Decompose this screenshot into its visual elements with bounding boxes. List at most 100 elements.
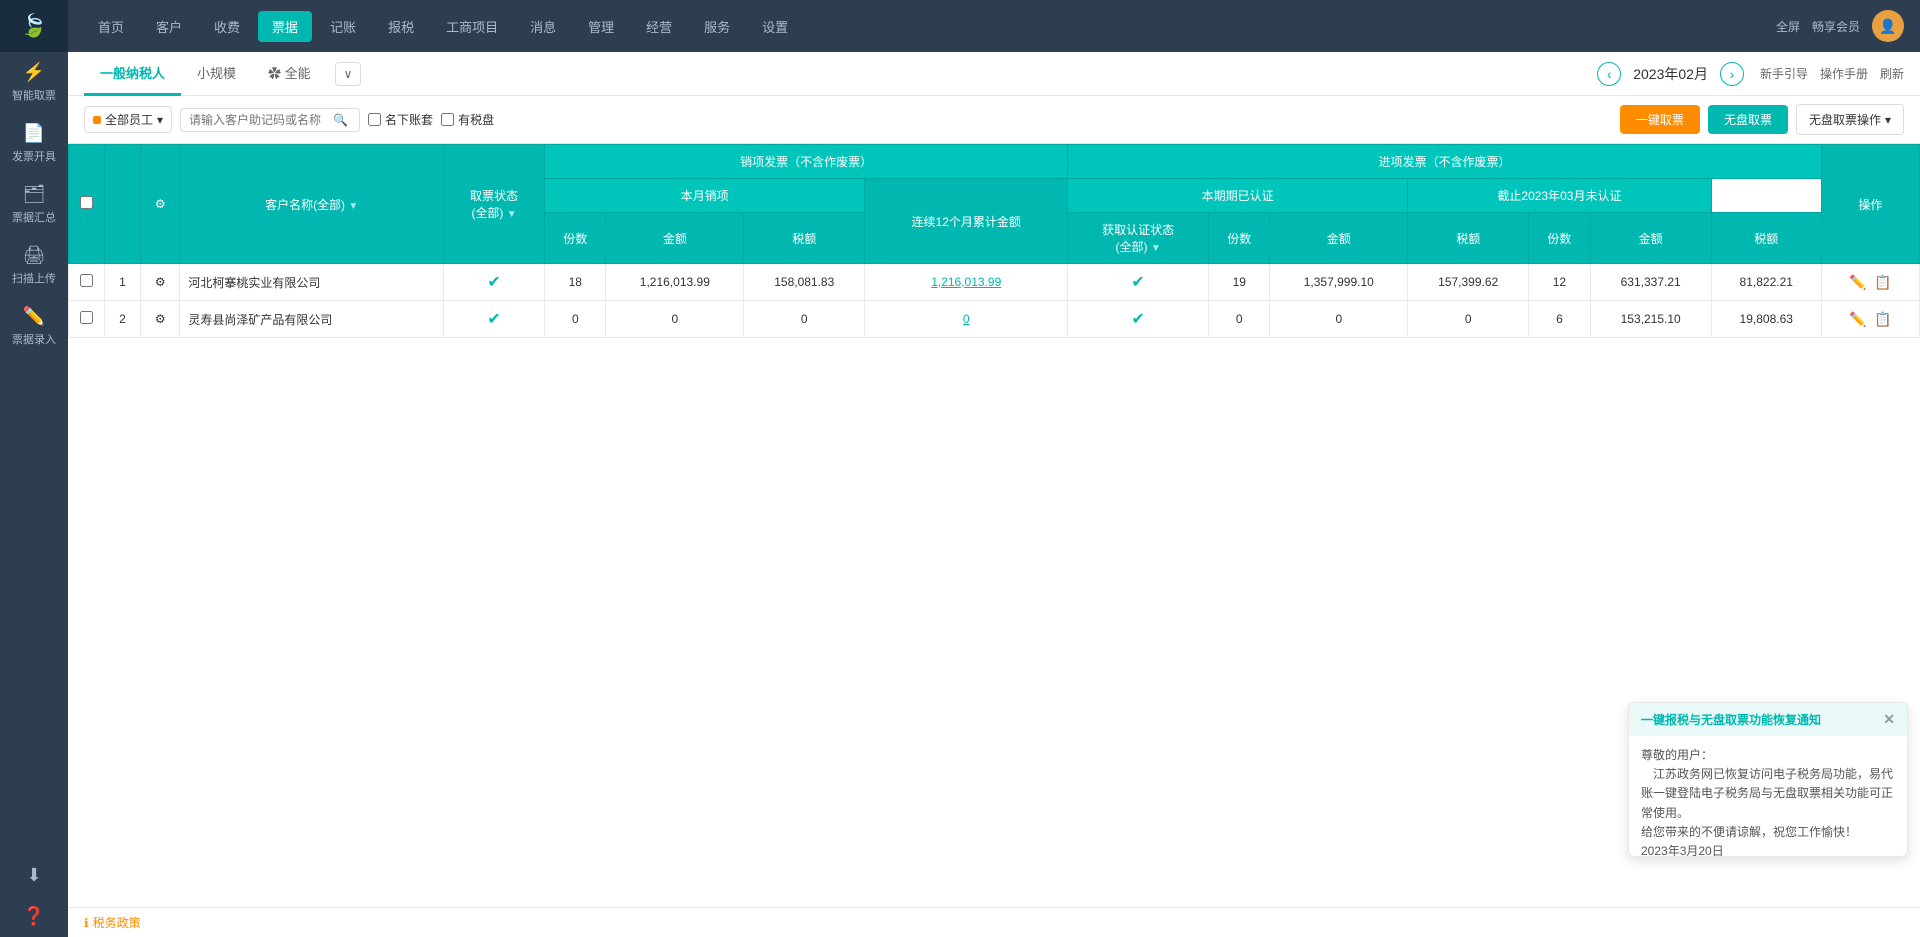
- checkbox-account-label: 名下账套: [385, 111, 433, 128]
- checkbox-tax-disk[interactable]: 有税盘: [441, 111, 494, 128]
- edit-action-icon[interactable]: ✏️: [1849, 311, 1866, 327]
- th-action: 操作: [1821, 145, 1919, 264]
- sidebar-item-scan-upload[interactable]: 🖨 扫描上传: [0, 235, 68, 296]
- nav-invoice[interactable]: 票据: [258, 11, 312, 42]
- sidebar: 🍃 ⚡ 智能取票 📄 发票开具 🗂 票据汇总 🖨 扫描上传 ✏️ 票据录入 ⬇ …: [0, 0, 68, 937]
- notification-header: 一键报税与无盘取票功能恢复通知 ✕: [1629, 703, 1907, 736]
- invoice-issue-icon: 📄: [23, 123, 45, 144]
- tab-extra-dropdown[interactable]: ∨: [335, 62, 362, 86]
- nav-tax[interactable]: 报税: [374, 11, 428, 42]
- avatar-icon: 👤: [1879, 18, 1896, 35]
- copy-action-icon[interactable]: 📋: [1874, 274, 1891, 290]
- td-count3: 12: [1529, 264, 1590, 301]
- td-action: ✏️ 📋: [1821, 301, 1919, 338]
- checkbox-tax-disk-input[interactable]: [441, 113, 454, 126]
- nav-operations[interactable]: 经营: [632, 11, 686, 42]
- dropdown-arrow-icon: ▾: [157, 113, 163, 127]
- td-count1: 0: [545, 301, 606, 338]
- nav-billing[interactable]: 收费: [200, 11, 254, 42]
- next-month-icon: ›: [1730, 66, 1735, 82]
- sidebar-item-label: 票据汇总: [12, 209, 56, 225]
- cert-status-check-icon: ✔: [1131, 311, 1144, 328]
- orange-dot-icon: [93, 116, 101, 124]
- search-icon[interactable]: 🔍: [333, 113, 348, 127]
- td-count3: 6: [1529, 301, 1590, 338]
- table-row: 1 ⚙ 河北柯搴桃实业有限公司 ✔ 18 1,216,013.99 158,08…: [69, 264, 1920, 301]
- td-amount2: 1,357,999.10: [1270, 264, 1408, 301]
- nav-home[interactable]: 首页: [84, 11, 138, 42]
- td-tax1: 0: [744, 301, 865, 338]
- no-disk-fetch-button[interactable]: 无盘取票: [1708, 105, 1788, 134]
- member-btn[interactable]: 畅享会员: [1812, 18, 1860, 35]
- fetch-status-sort-icon[interactable]: ▼: [507, 209, 517, 220]
- nav-bookkeeping[interactable]: 记账: [316, 11, 370, 42]
- td-settings: ⚙: [141, 301, 180, 338]
- row-checkbox[interactable]: [80, 274, 93, 287]
- nav-message[interactable]: 消息: [516, 11, 570, 42]
- no-disk-more-button[interactable]: 无盘取票操作 ▾: [1796, 104, 1904, 135]
- prev-month-button[interactable]: ‹: [1597, 62, 1621, 86]
- th-count3: 份数: [1529, 213, 1590, 264]
- next-month-button[interactable]: ›: [1720, 62, 1744, 86]
- tab-label: 小规模: [197, 63, 236, 82]
- td-cert-status: ✔: [1068, 264, 1209, 301]
- th-checkbox: [69, 145, 105, 264]
- select-all-checkbox[interactable]: [80, 196, 93, 209]
- sidebar-item-download[interactable]: ⬇: [0, 855, 68, 896]
- sidebar-item-help[interactable]: ❓: [0, 896, 68, 937]
- nav-service[interactable]: 服务: [690, 11, 744, 42]
- tax-policy-link[interactable]: 税务政策: [93, 914, 141, 931]
- td-tax2: 157,399.62: [1408, 264, 1529, 301]
- td-cumulative: 0: [865, 301, 1068, 338]
- tab-bar: 一般纳税人 小规模 ✿ 全能 ∨ ‹ 2023年02月 › 新手: [68, 52, 1920, 96]
- checkbox-account[interactable]: 名下账套: [368, 111, 433, 128]
- sidebar-logo[interactable]: 🍃: [0, 0, 68, 52]
- sidebar-item-invoice-summary[interactable]: 🗂 票据汇总: [0, 174, 68, 235]
- sidebar-item-data-entry[interactable]: ✏️ 票据录入: [0, 296, 68, 357]
- employee-select[interactable]: 全部员工 ▾: [84, 106, 172, 133]
- copy-action-icon[interactable]: 📋: [1874, 311, 1891, 327]
- scan-upload-icon: 🖨: [23, 245, 46, 266]
- checkbox-account-input[interactable]: [368, 113, 381, 126]
- td-amount1: 0: [606, 301, 744, 338]
- th-fetch-status: 取票状态(全部) ▼: [443, 145, 544, 264]
- tab-small-scale[interactable]: 小规模: [181, 52, 252, 96]
- cumulative-link[interactable]: 1,216,013.99: [931, 275, 1001, 289]
- th-unrecognized: 截止2023年03月未认证: [1408, 179, 1712, 213]
- sidebar-item-label: 扫描上传: [12, 270, 56, 286]
- tab-all[interactable]: ✿ 全能: [252, 52, 327, 96]
- cert-status-check-icon: ✔: [1131, 274, 1144, 291]
- tab-general-taxpayer[interactable]: 一般纳税人: [84, 52, 181, 96]
- nav-settings[interactable]: 设置: [748, 11, 802, 42]
- checkbox-tax-disk-label: 有税盘: [458, 111, 494, 128]
- nav-management[interactable]: 管理: [574, 11, 628, 42]
- filter-actions: 一键取票 无盘取票 无盘取票操作 ▾: [1620, 104, 1904, 135]
- th-recognized: 本期期已认证: [1068, 179, 1408, 213]
- search-input[interactable]: [189, 113, 329, 127]
- fetch-status-check-icon: ✔: [487, 274, 500, 291]
- customer-sort-icon[interactable]: ▼: [348, 201, 358, 212]
- row-checkbox[interactable]: [80, 311, 93, 324]
- top-navigation: 首页 客户 收费 票据 记账 报税 工商项目 消息 管理 经营 服务 设置 全屏…: [68, 0, 1920, 52]
- sidebar-item-smart-fetch[interactable]: ⚡ 智能取票: [0, 52, 68, 113]
- one-click-fetch-button[interactable]: 一键取票: [1620, 105, 1700, 134]
- footer-icon: ℹ: [84, 916, 89, 930]
- notification-close-button[interactable]: ✕: [1883, 711, 1895, 728]
- nav-customer[interactable]: 客户: [142, 11, 196, 42]
- sidebar-item-label: 智能取票: [12, 87, 56, 103]
- cumulative-link[interactable]: 0: [963, 312, 970, 326]
- fullscreen-btn[interactable]: 全屏: [1776, 18, 1800, 35]
- refresh-btn[interactable]: 刷新: [1880, 65, 1904, 82]
- td-fetch-status: ✔: [443, 264, 544, 301]
- new-guide-btn[interactable]: 新手引导: [1760, 65, 1808, 82]
- th-amount3: 金额: [1590, 213, 1711, 264]
- sidebar-item-invoice-issue[interactable]: 📄 发票开具: [0, 113, 68, 174]
- manual-btn[interactable]: 操作手册: [1820, 65, 1868, 82]
- smart-fetch-icon: ⚡: [23, 62, 45, 83]
- edit-action-icon[interactable]: ✏️: [1849, 274, 1866, 290]
- cert-status-sort-icon[interactable]: ▼: [1151, 243, 1161, 254]
- logo-icon: 🍃: [20, 13, 47, 39]
- nav-business[interactable]: 工商项目: [432, 11, 512, 42]
- user-avatar[interactable]: 👤: [1872, 10, 1904, 42]
- th-cumulative: 连续12个月累计金额: [865, 179, 1068, 264]
